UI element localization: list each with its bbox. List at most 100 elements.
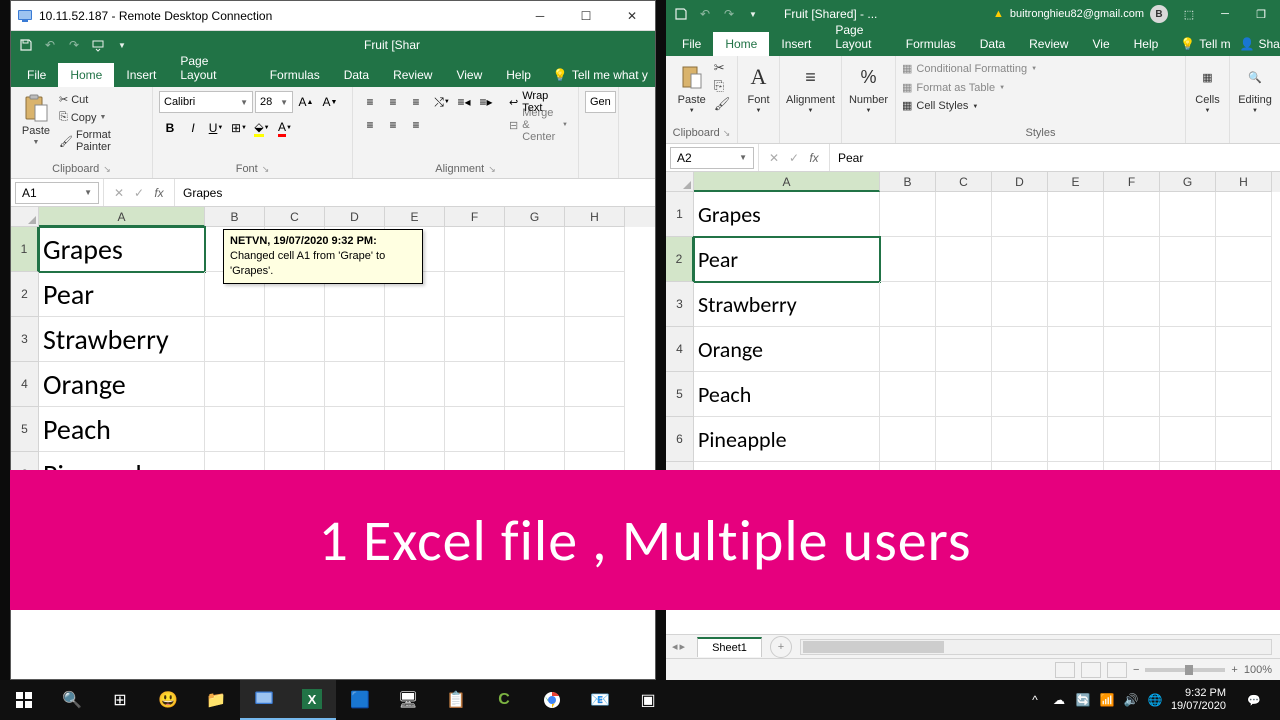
name-box[interactable]: A1▼: [15, 182, 99, 204]
cell[interactable]: Grapes: [694, 192, 880, 237]
font-name-select[interactable]: Calibri▼: [159, 91, 253, 113]
cell[interactable]: [992, 327, 1048, 372]
network-icon[interactable]: 📶: [1099, 692, 1115, 708]
column-header[interactable]: A: [39, 207, 205, 227]
font-group-button[interactable]: AFont▼: [740, 60, 778, 116]
sheet-nav-prev-icon[interactable]: ◂: [672, 640, 678, 653]
page-break-view-button[interactable]: [1107, 662, 1127, 678]
rdp-taskbar-button[interactable]: [240, 680, 288, 720]
cell[interactable]: [1160, 327, 1216, 372]
alignment-group-button[interactable]: ≡Alignment▼: [782, 60, 839, 116]
row-header[interactable]: 5: [666, 372, 694, 417]
cell[interactable]: Pineapple: [694, 417, 880, 462]
cell[interactable]: [936, 282, 992, 327]
enter-formula-icon[interactable]: ✓: [785, 151, 803, 165]
cell[interactable]: [505, 362, 565, 407]
dialog-launcher-icon[interactable]: ↘: [103, 164, 111, 175]
qat-dropdown-icon[interactable]: ▼: [111, 34, 133, 56]
tell-me-search[interactable]: 💡 Tell me what y: [543, 63, 655, 87]
cell[interactable]: [1160, 237, 1216, 282]
cell[interactable]: Orange: [39, 362, 205, 407]
column-header[interactable]: D: [992, 172, 1048, 192]
tab-view[interactable]: Vie: [1080, 32, 1121, 56]
qat-dropdown-icon[interactable]: ▼: [742, 3, 764, 25]
cell[interactable]: [880, 282, 936, 327]
sync-icon[interactable]: 🔄: [1075, 692, 1091, 708]
cell[interactable]: [936, 237, 992, 282]
cell[interactable]: [1160, 192, 1216, 237]
file-explorer-button[interactable]: 📁: [192, 680, 240, 720]
cell[interactable]: [1048, 417, 1104, 462]
cell[interactable]: [565, 227, 625, 272]
conditional-formatting-button[interactable]: ▦Conditional Formatting▼: [902, 60, 1037, 79]
cell[interactable]: [445, 272, 505, 317]
cell[interactable]: [1104, 192, 1160, 237]
cell[interactable]: [1048, 237, 1104, 282]
cell[interactable]: [992, 282, 1048, 327]
undo-icon[interactable]: ↶: [694, 3, 716, 25]
column-header[interactable]: B: [205, 207, 265, 227]
number-group-button[interactable]: %Number▼: [845, 60, 892, 116]
row-header[interactable]: 2: [11, 272, 39, 317]
merge-center-button[interactable]: ⊟Merge & Center▼: [505, 114, 572, 136]
increase-indent-button[interactable]: ≡▸: [475, 91, 497, 113]
close-button[interactable]: ✕: [609, 1, 655, 31]
format-painter-button[interactable]: 🖌Format Painter: [59, 127, 146, 155]
cell[interactable]: Grapes: [39, 227, 205, 272]
cut-button[interactable]: ✂Cut: [59, 91, 146, 108]
name-box[interactable]: A2▼: [670, 147, 754, 169]
cell[interactable]: Strawberry: [694, 282, 880, 327]
column-header[interactable]: H: [565, 207, 625, 227]
cell[interactable]: [880, 327, 936, 372]
maximize-button[interactable]: ☐: [563, 1, 609, 31]
tab-page-layout[interactable]: Page Layout: [168, 49, 257, 87]
cell[interactable]: [505, 317, 565, 362]
cell[interactable]: [325, 407, 385, 452]
cell[interactable]: [445, 407, 505, 452]
cell[interactable]: [205, 362, 265, 407]
dialog-launcher-icon[interactable]: ↘: [262, 164, 270, 175]
tab-formulas[interactable]: Formulas: [258, 63, 332, 87]
fill-color-button[interactable]: ⬙▼: [251, 117, 273, 139]
search-button[interactable]: 🔍: [48, 680, 96, 720]
cell[interactable]: [265, 317, 325, 362]
cell[interactable]: [1216, 282, 1272, 327]
row-header[interactable]: 3: [666, 282, 694, 327]
tab-file[interactable]: File: [15, 63, 58, 87]
enter-formula-icon[interactable]: ✓: [130, 186, 148, 200]
column-header[interactable]: D: [325, 207, 385, 227]
tab-insert[interactable]: Insert: [769, 32, 823, 56]
brush-icon[interactable]: 🖌: [714, 96, 731, 112]
camtasia-button[interactable]: C: [480, 680, 528, 720]
cell[interactable]: [1216, 372, 1272, 417]
row-header[interactable]: 3: [11, 317, 39, 362]
cell[interactable]: Pear: [39, 272, 205, 317]
cell[interactable]: [1160, 417, 1216, 462]
row-header[interactable]: 5: [11, 407, 39, 452]
notifications-button[interactable]: 💬: [1234, 680, 1274, 720]
page-layout-view-button[interactable]: [1081, 662, 1101, 678]
zoom-out-button[interactable]: −: [1133, 664, 1139, 676]
row-header[interactable]: 2: [666, 237, 694, 282]
cell[interactable]: [505, 272, 565, 317]
column-header[interactable]: F: [1104, 172, 1160, 192]
taskbar-app-icon[interactable]: 📧: [576, 680, 624, 720]
column-header[interactable]: F: [445, 207, 505, 227]
cell[interactable]: [385, 407, 445, 452]
onedrive-icon[interactable]: ☁: [1051, 692, 1067, 708]
cell[interactable]: [265, 407, 325, 452]
excel-taskbar-button[interactable]: X: [288, 680, 336, 720]
cell[interactable]: [1216, 192, 1272, 237]
column-header[interactable]: C: [936, 172, 992, 192]
underline-button[interactable]: U▼: [205, 117, 227, 139]
editing-group-button[interactable]: 🔍Editing▼: [1234, 60, 1276, 116]
cell[interactable]: [1104, 327, 1160, 372]
task-view-button[interactable]: ⊞: [96, 680, 144, 720]
borders-button[interactable]: ⊞▼: [228, 117, 250, 139]
cell[interactable]: [1160, 372, 1216, 417]
cell[interactable]: [1216, 327, 1272, 372]
sheet-tab-sheet1[interactable]: Sheet1: [697, 637, 762, 657]
tab-home[interactable]: Home: [58, 63, 114, 87]
tab-view[interactable]: View: [444, 63, 494, 87]
taskbar-app-icon[interactable]: 🖥: [384, 680, 432, 720]
